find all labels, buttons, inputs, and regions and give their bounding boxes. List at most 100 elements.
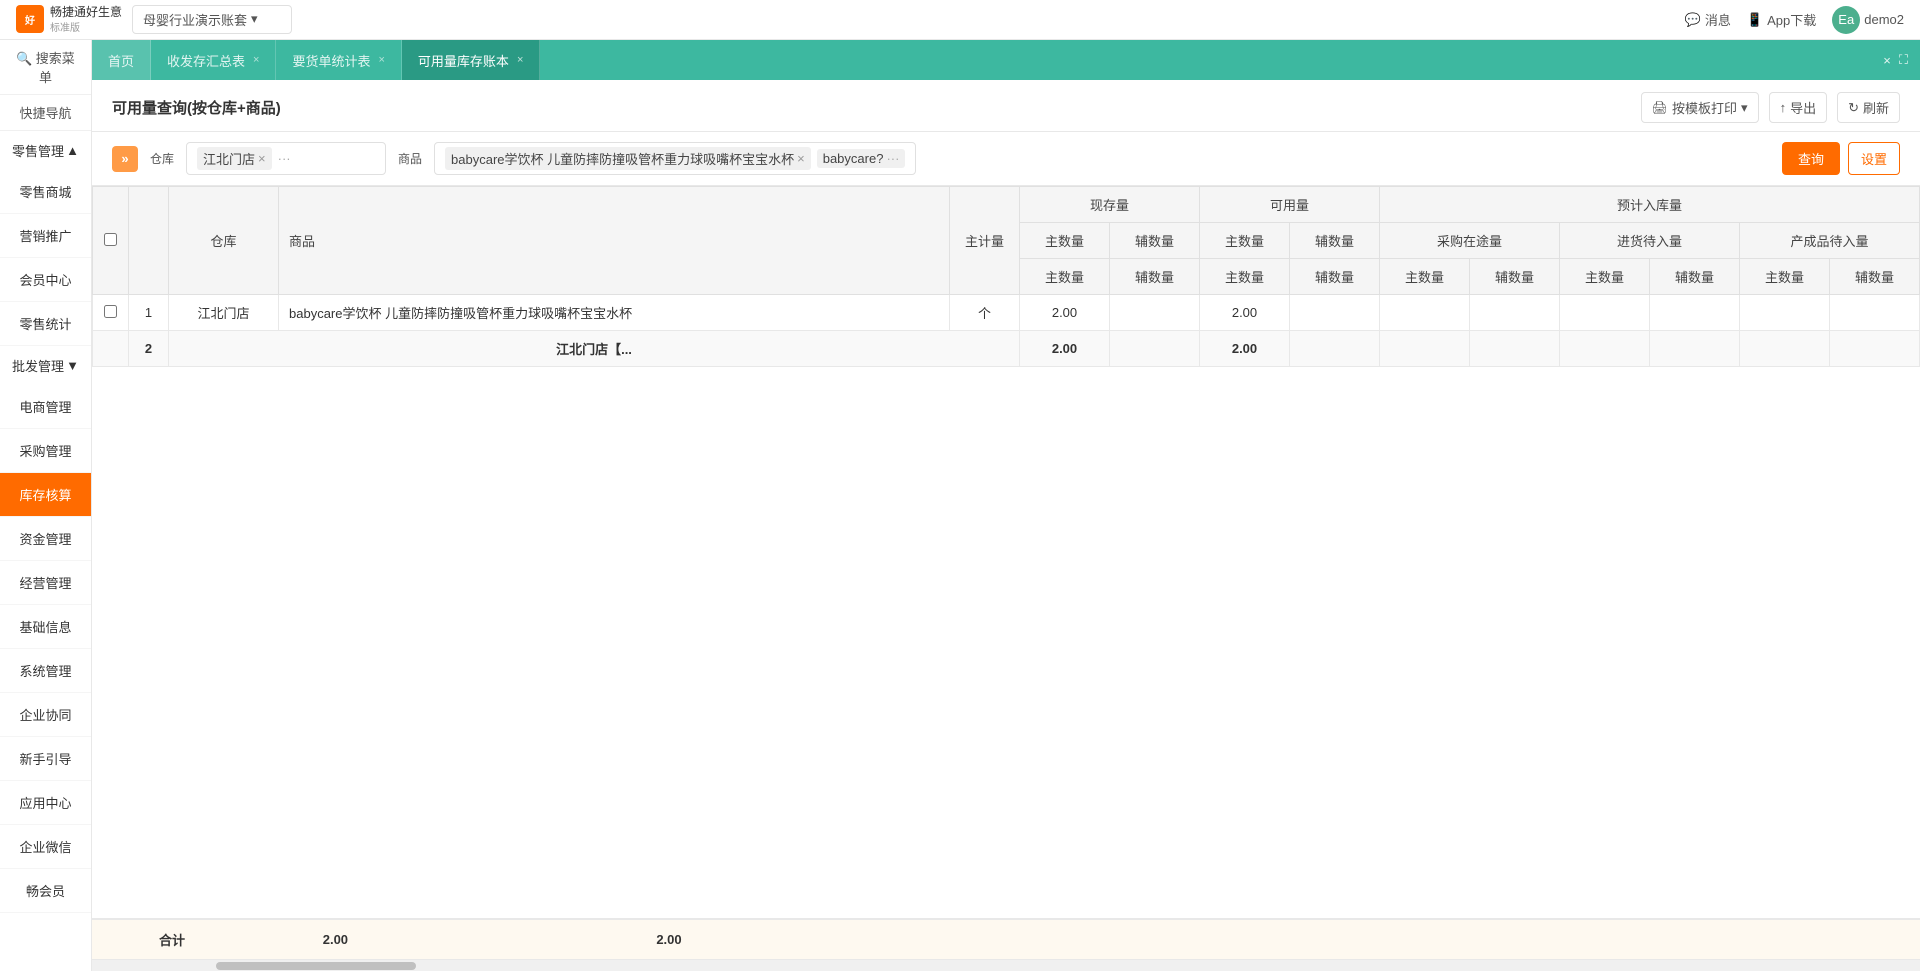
product-tag2-dots: ··· [886,151,899,166]
product-tag1-close[interactable]: × [797,151,805,166]
wholesale-label: 批发管理 [12,356,64,375]
sidebar-item-system[interactable]: 系统管理 [0,649,91,693]
enterprise-wechat-label: 企业微信 [19,837,71,856]
sidebar-item-basic[interactable]: 基础信息 [0,605,91,649]
print-btn[interactable]: 🖨 按模板打印 ▾ [1641,92,1759,123]
tab-orders[interactable]: 要货单统计表 × [276,40,401,80]
message-label: 消息 [1705,10,1731,29]
subtotal-prod-aux [1830,331,1920,367]
sidebar-item-enterprise-wechat[interactable]: 企业微信 [0,825,91,869]
tab-orders-label: 要货单统计表 [292,51,370,70]
col-current-aux-header: 辅数量 [1110,223,1200,259]
row-avail-aux [1290,295,1380,331]
message-icon: 💬 [1685,12,1701,28]
app-download-label: App下载 [1767,10,1816,29]
sidebar-nav[interactable]: 快捷导航 [0,95,91,131]
export-label: 导出 [1790,98,1816,117]
col-purchase-transit-header: 采购在途量 [1380,223,1560,259]
filter-toggle[interactable]: » [112,146,138,172]
retail-label: 零售管理 [12,141,64,160]
product-tag1-text: babycare学饮杯 儿童防摔防撞吸管杯重力球吸嘴杯宝宝水杯 [451,149,794,168]
enterprise-label: 企业协同 [19,705,71,724]
message-btn[interactable]: 💬 消息 [1685,10,1731,29]
sidebar-item-ecommerce[interactable]: 电商管理 [0,385,91,429]
user-profile[interactable]: Ea demo2 [1832,6,1904,34]
table-container[interactable]: 仓库 商品 主计量 现存量 可用量 [92,186,1920,918]
horizontal-scrollbar[interactable] [92,959,1920,971]
export-btn[interactable]: ↑ 导出 [1769,92,1828,123]
subtotal-avail-main: 2.00 [1200,331,1290,367]
col-production-pending-header: 产成品待入量 [1740,223,1920,259]
sidebar-item-retail[interactable]: 零售管理 ▲ [0,131,91,170]
inventory-label: 库存核算 [19,485,71,504]
tab-home[interactable]: 首页 [92,40,151,80]
tab-available[interactable]: 可用量库存账本 × [402,40,540,80]
col-warehouse-header: 仓库 [169,187,279,295]
header-actions: 🖨 按模板打印 ▾ ↑ 导出 ↻ 刷新 [1641,92,1901,123]
row-pp-aux [1650,295,1740,331]
warehouse-tag-close[interactable]: × [258,151,266,166]
setting-btn[interactable]: 设置 [1848,142,1900,175]
finance-label: 资金管理 [19,529,71,548]
sidebar-item-app-center[interactable]: 应用中心 [0,781,91,825]
logo-sub: 标准版 [50,19,122,34]
sidebar-search[interactable]: 🔍 搜索菜单 [0,40,91,95]
refresh-btn[interactable]: ↻ 刷新 [1837,92,1900,123]
col-checkbox[interactable] [93,187,129,295]
col-avail-main-header: 主数量 [1200,223,1290,259]
search-label: 搜索菜单 [36,51,75,85]
purchase-label: 采购管理 [19,441,71,460]
app-center-label: 应用中心 [19,793,71,812]
setting-label: 设置 [1861,152,1887,167]
sidebar-item-member[interactable]: 会员中心 [0,258,91,302]
sidebar-item-retail-stats[interactable]: 零售统计 [0,302,91,346]
industry-select[interactable]: 母婴行业演示账套 ▾ [132,5,292,34]
filter-actions: 查询 设置 [1782,142,1900,175]
table-footer: 合计 2.00 2.00 [92,918,1920,959]
subtotal-avail-aux [1290,331,1380,367]
sidebar: 🔍 搜索菜单 快捷导航 零售管理 ▲ 零售商城 营销推广 会员中心 零售统计 批… [0,40,92,971]
product-input[interactable]: babycare学饮杯 儿童防摔防撞吸管杯重力球吸嘴杯宝宝水杯 × babyca… [434,142,916,175]
col-avail-aux-header: 辅数量 [1290,223,1380,259]
sidebar-item-wholesale[interactable]: 批发管理 ▼ [0,346,91,385]
sidebar-item-inventory[interactable]: 库存核算 [0,473,91,517]
sub-avail-main: 主数量 [1200,259,1290,295]
top-bar-right: 💬 消息 📱 App下载 Ea demo2 [1685,6,1904,34]
logo-area: 好 畅捷通好生意 标准版 [16,5,122,34]
scroll-thumb[interactable] [216,962,416,970]
sidebar-item-newbie[interactable]: 新手引导 [0,737,91,781]
row-checkbox[interactable] [93,295,129,331]
sidebar-item-marketing[interactable]: 营销推广 [0,214,91,258]
close-all-icon[interactable]: × [1883,53,1891,68]
col-unit-header: 主计量 [950,187,1020,295]
tab-orders-close[interactable]: × [378,54,384,66]
sub-avail-aux: 辅数量 [1290,259,1380,295]
select-all-checkbox[interactable] [104,233,117,246]
filter-area: » 仓库 江北门店 × ··· 商品 babycare学饮杯 儿童防摔防撞吸管杯… [92,132,1920,186]
sidebar-item-operation[interactable]: 经营管理 [0,561,91,605]
tab-bar-end: × ⛶ [1871,40,1920,80]
sidebar-item-purchase[interactable]: 采购管理 [0,429,91,473]
tab-receipts-close[interactable]: × [253,54,259,66]
tab-receipts[interactable]: 收发存汇总表 × [151,40,276,80]
row-warehouse: 江北门店 [169,295,279,331]
tab-home-label: 首页 [108,51,134,70]
sidebar-item-enterprise[interactable]: 企业协同 [0,693,91,737]
user-name: demo2 [1864,12,1904,27]
expand-icon[interactable]: ⛶ [1899,52,1908,68]
sidebar-item-finance[interactable]: 资金管理 [0,517,91,561]
subtotal-checkbox [93,331,129,367]
logo-icon: 好 [16,5,44,33]
tab-available-close[interactable]: × [517,54,523,66]
query-btn[interactable]: 查询 [1782,142,1840,175]
product-tag2: babycare? ··· [817,149,906,168]
subtotal-pp-main [1560,331,1650,367]
col-current-stock-header: 现存量 [1020,187,1200,223]
tab-available-label: 可用量库存账本 [418,51,509,70]
app-download-btn[interactable]: 📱 App下载 [1747,10,1816,29]
sidebar-item-member2[interactable]: 畅会员 [0,869,91,913]
footer-pt-aux [1086,932,1253,947]
sidebar-item-retail-shop[interactable]: 零售商城 [0,170,91,214]
member-label: 会员中心 [19,270,71,289]
warehouse-input[interactable]: 江北门店 × ··· [186,142,386,175]
